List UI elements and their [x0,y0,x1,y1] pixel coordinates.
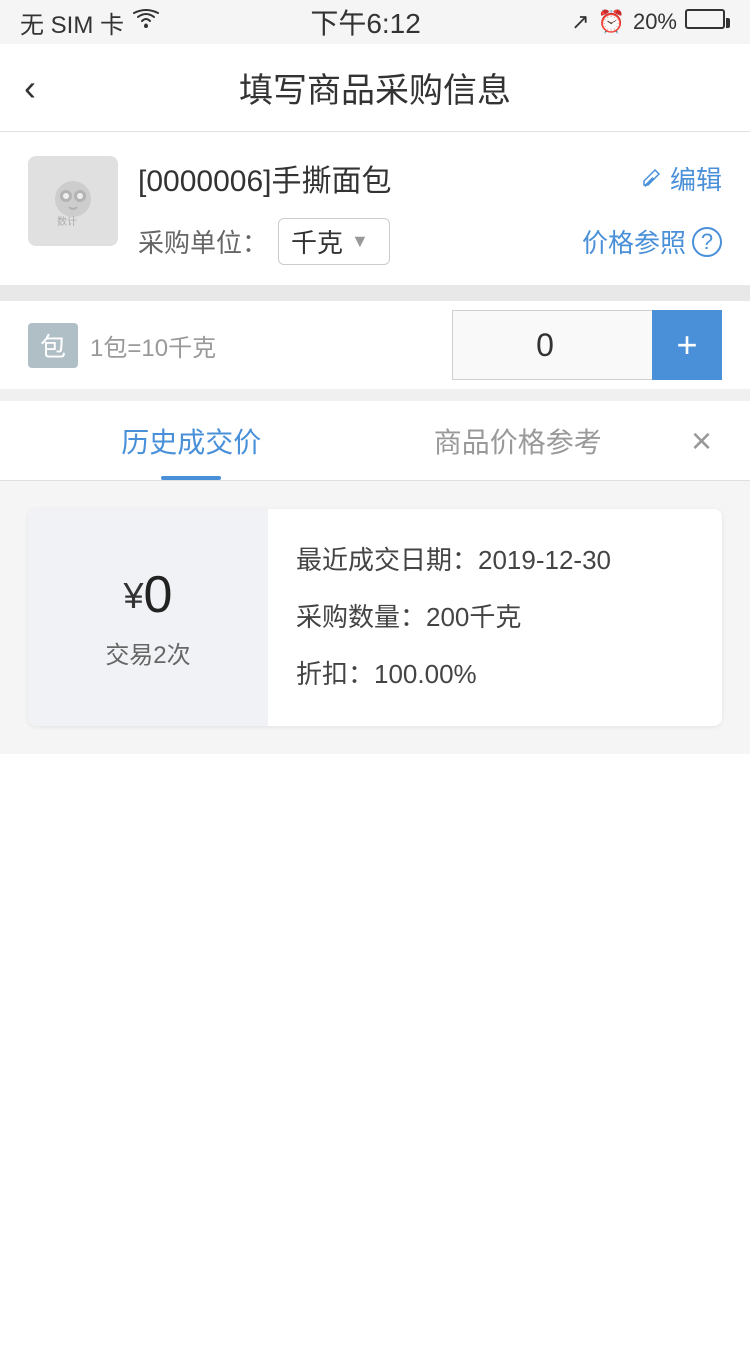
history-price-display: ¥0 [124,565,173,625]
quantity-unit-info: 包 1包=10千克 [28,323,452,368]
history-price-summary: ¥0 交易2次 [28,509,268,726]
edit-button[interactable]: 编辑 [640,160,722,197]
status-right: ↗ ⏰ 20% [571,9,730,35]
battery-percent: 20% [633,9,677,35]
product-title: 手撕面包 [271,165,391,198]
product-section: 数计 [0000006]手撕面包 编辑 采购单位： [0,132,750,285]
tab-price-ref-label: 商品价格参考 [434,421,602,461]
status-bar: 无 SIM 卡 下午6:12 ↗ ⏰ 20% [0,0,750,44]
history-card-details: 最近成交日期：2019-12-30 采购数量：200千克 折扣：100.00% [268,509,722,726]
page-title: 填写商品采购信息 [239,63,511,112]
quantity-row: 包 1包=10千克 + [0,301,750,389]
carrier-label: 无 SIM 卡 [20,5,124,40]
unit-arrow: ▼ [351,231,369,252]
product-name-row: [0000006]手撕面包 编辑 [138,156,722,200]
panel-content: ¥0 交易2次 最近成交日期：2019-12-30 采购数量：200千克 折扣：… [0,481,750,754]
history-date-row: 最近成交日期：2019-12-30 [296,541,694,580]
price-ref-label: 价格参照 [582,223,686,260]
tab-history-label: 历史成交价 [121,421,261,461]
product-header: 数计 [0000006]手撕面包 编辑 采购单位： [28,156,722,265]
history-transactions: 交易2次 [105,635,190,670]
history-discount-value: 100.00% [374,659,477,689]
unit-conversion: 1包=10千克 [90,328,216,363]
price-panel: 历史成交价 商品价格参考 × ¥0 交易2次 最近成交日期：2019-12-30… [0,401,750,754]
currency-symbol: ¥ [124,575,144,617]
bottom-area [0,754,750,1354]
history-quantity-row: 采购数量：200千克 [296,598,694,637]
history-date-value: 2019-12-30 [478,545,611,575]
product-name: [0000006]手撕面包 [138,156,391,200]
product-code: [0000006] [138,165,271,198]
product-thumbnail: 数计 [28,156,118,246]
history-price-value: 0 [144,566,173,624]
history-card: ¥0 交易2次 最近成交日期：2019-12-30 采购数量：200千克 折扣：… [28,509,722,726]
quantity-input-area: + [452,310,722,380]
help-icon: ? [692,227,722,257]
panel-tabs: 历史成交价 商品价格参考 × [0,401,750,481]
svg-text:数计: 数计 [57,215,77,228]
price-ref-button[interactable]: 价格参照 ? [582,223,722,260]
nav-bar: ‹ 填写商品采购信息 [0,44,750,132]
history-quantity-label: 采购数量： [296,602,426,632]
quantity-plus-button[interactable]: + [652,310,722,380]
product-info: [0000006]手撕面包 编辑 采购单位： 千克 ▼ [138,156,722,265]
panel-close-button[interactable]: × [681,420,722,462]
history-quantity-value: 200千克 [426,602,521,632]
edit-label: 编辑 [670,160,722,197]
status-time: 下午6:12 [310,2,421,42]
history-date-label: 最近成交日期： [296,545,478,575]
unit-select[interactable]: 千克 ▼ [278,218,390,265]
quantity-input[interactable] [452,310,652,380]
history-discount-label: 折扣： [296,659,374,689]
tab-history-price[interactable]: 历史成交价 [28,401,354,480]
unit-badge: 包 [28,323,78,368]
history-discount-row: 折扣：100.00% [296,655,694,694]
battery-icon [685,9,730,35]
unit-value: 千克 [291,223,343,260]
product-unit-row: 采购单位： 千克 ▼ 价格参照 ? [138,218,722,265]
tab-price-reference[interactable]: 商品价格参考 [354,401,680,480]
status-left: 无 SIM 卡 [20,5,160,40]
alarm-icon: ⏰ [598,9,625,35]
section-divider [0,285,750,301]
unit-label: 采购单位： [138,223,268,260]
back-button[interactable]: ‹ [24,67,36,109]
gps-icon: ↗ [571,9,589,35]
wifi-icon [132,8,160,36]
